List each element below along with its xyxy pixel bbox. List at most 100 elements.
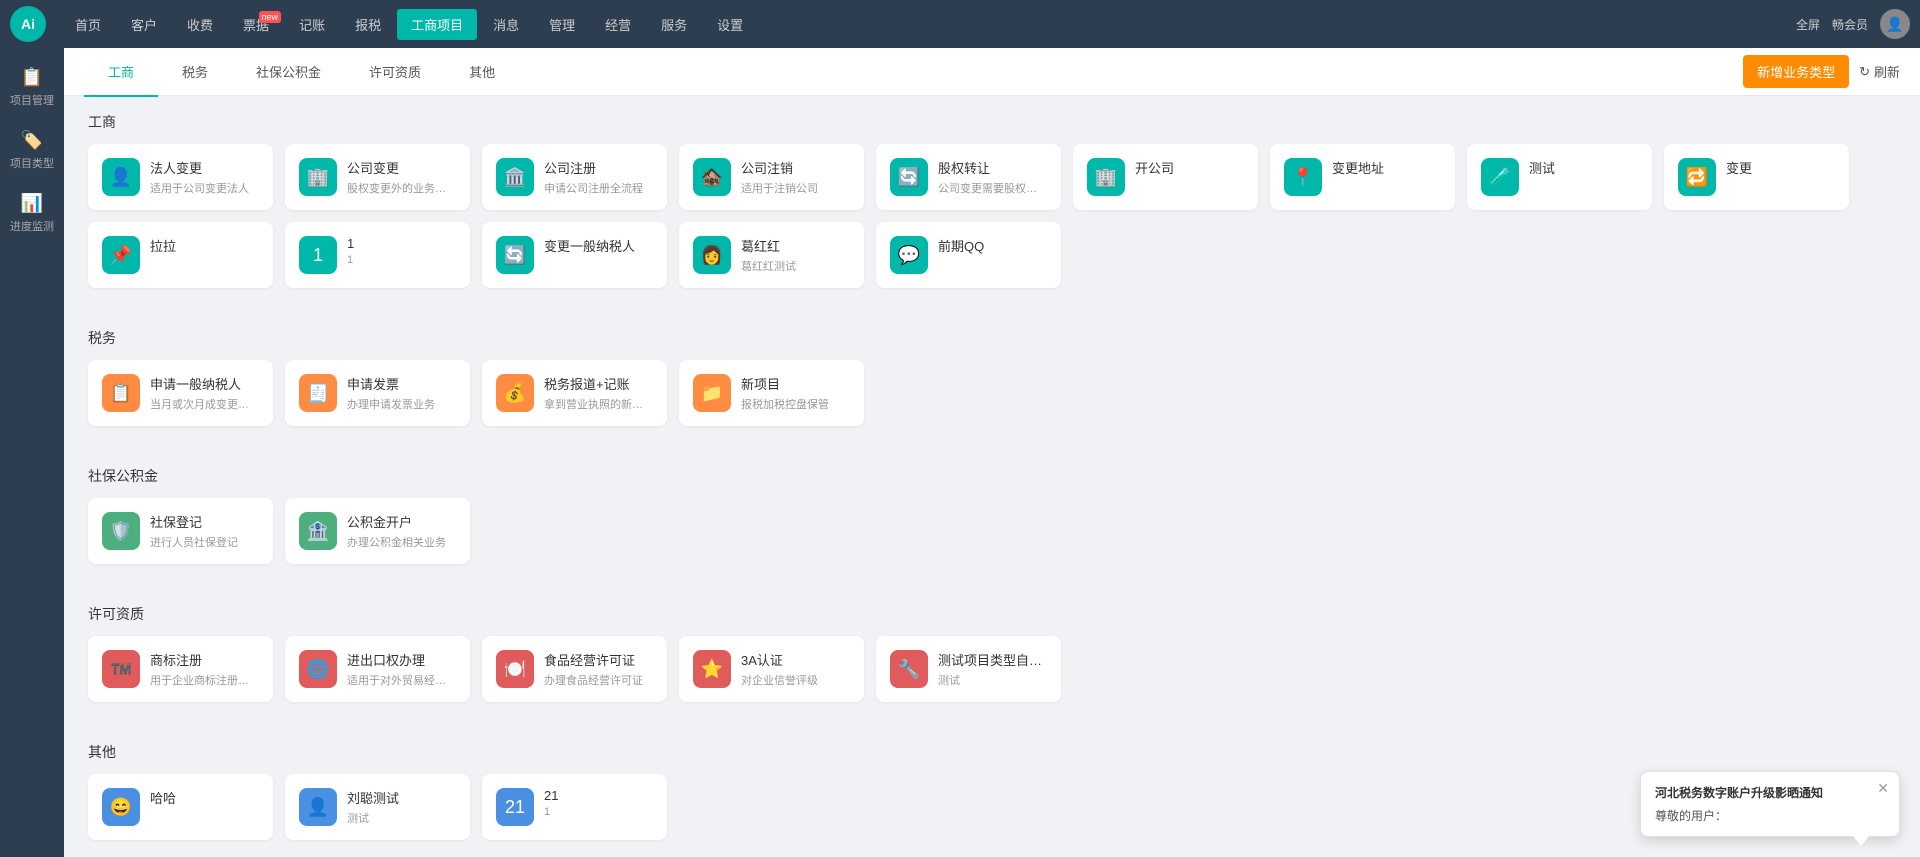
nav-item-报税[interactable]: 报税 <box>341 9 395 40</box>
nav-item-设置[interactable]: 设置 <box>703 9 757 40</box>
card-item[interactable]: 📋 申请一般纳税人 当月或次月成变更完成 <box>88 360 273 426</box>
sidebar-label: 项目类型 <box>10 155 54 171</box>
card-item[interactable]: 🔁 变更 <box>1664 144 1849 210</box>
card-item[interactable]: 👤 刘聪测试 测试 <box>285 774 470 840</box>
card-info: 葛红红 葛红红测试 <box>741 236 850 274</box>
avatar[interactable]: 👤 <box>1880 9 1910 39</box>
card-item[interactable]: 💬 前期QQ <box>876 222 1061 288</box>
nav-item-收费[interactable]: 收费 <box>173 9 227 40</box>
nav-item-票据[interactable]: 票据new <box>229 9 283 40</box>
card-info: 测试 <box>1529 158 1638 180</box>
tab-税务[interactable]: 税务 <box>158 48 232 97</box>
card-item[interactable]: 21 21 1 <box>482 774 667 840</box>
card-info: 开公司 <box>1135 158 1244 180</box>
tab-许可资质[interactable]: 许可资质 <box>345 48 445 97</box>
card-item[interactable]: 👩 葛红红 葛红红测试 <box>679 222 864 288</box>
card-item[interactable]: 🌐 进出口权办理 适用于对外贸易经营者 <box>285 636 470 702</box>
card-icon: 🏦 <box>299 512 337 550</box>
nav-item-工商项目[interactable]: 工商项目 <box>397 9 477 40</box>
card-desc: 葛红红测试 <box>741 258 850 274</box>
card-info: 股权转让 公司变更需要股权转让 <box>938 158 1047 196</box>
nav-item-消息[interactable]: 消息 <box>479 9 533 40</box>
card-title: 股权转让 <box>938 158 1047 177</box>
card-item[interactable]: 📍 变更地址 <box>1270 144 1455 210</box>
card-icon: 🧪 <box>1481 158 1519 196</box>
card-item[interactable]: 🏦 公积金开户 办理公积金相关业务 <box>285 498 470 564</box>
new-type-button[interactable]: 新增业务类型 <box>1743 55 1849 88</box>
card-title: 拉拉 <box>150 236 259 255</box>
card-desc: 办理公积金相关业务 <box>347 534 456 550</box>
main-content: 工商税务社保公积金许可资质其他 新增业务类型 ↻ 刷新 工商 👤 法人变更 适用… <box>64 48 1920 857</box>
sidebar-label: 项目管理 <box>10 92 54 108</box>
card-item[interactable]: 💰 税务报道+记账 拿到营业执照的新公司 <box>482 360 667 426</box>
card-item[interactable]: 👤 法人变更 适用于公司变更法人 <box>88 144 273 210</box>
card-item[interactable]: 🔧 测试项目类型自定义 测试 <box>876 636 1061 702</box>
card-item[interactable]: ™️ 商标注册 用于企业商标注册服务 <box>88 636 273 702</box>
card-item[interactable]: 🏚️ 公司注销 适用于注销公司 <box>679 144 864 210</box>
card-item[interactable]: 🏢 公司变更 股权变更外的业务变更 <box>285 144 470 210</box>
fullscreen-btn[interactable]: 全屏 <box>1796 16 1820 33</box>
card-info: 前期QQ <box>938 236 1047 258</box>
card-info: 变更地址 <box>1332 158 1441 180</box>
card-item[interactable]: 🏛️ 公司注册 申请公司注册全流程 <box>482 144 667 210</box>
card-icon: 👩 <box>693 236 731 274</box>
card-info: 新项目 报税加税控盘保管 <box>741 374 850 412</box>
card-item[interactable]: 🧾 申请发票 办理申请发票业务 <box>285 360 470 426</box>
card-item[interactable]: 📁 新项目 报税加税控盘保管 <box>679 360 864 426</box>
sidebar-item-项目管理[interactable]: 📋项目管理 <box>4 58 60 116</box>
tabs-bar: 工商税务社保公积金许可资质其他 新增业务类型 ↻ 刷新 <box>64 48 1920 96</box>
nav-item-首页[interactable]: 首页 <box>61 9 115 40</box>
card-icon: 1 <box>299 236 337 274</box>
nav-item-记账[interactable]: 记账 <box>285 9 339 40</box>
card-info: 哈哈 <box>150 788 259 810</box>
card-icon: 21 <box>496 788 534 826</box>
card-icon: 🔁 <box>1678 158 1716 196</box>
card-info: 食品经营许可证 办理食品经营许可证 <box>544 650 653 688</box>
tab-工商[interactable]: 工商 <box>84 48 158 97</box>
sidebar: 📋项目管理 🏷️ 项目类型 📊进度监测 <box>0 48 64 857</box>
sidebar-item-进度监测[interactable]: 📊进度监测 <box>4 184 60 242</box>
card-item[interactable]: 😄 哈哈 <box>88 774 273 840</box>
notify-close-button[interactable]: ✕ <box>1877 780 1889 797</box>
card-info: 法人变更 适用于公司变更法人 <box>150 158 259 196</box>
vip-btn[interactable]: 畅会员 <box>1832 16 1868 33</box>
nav-item-经营[interactable]: 经营 <box>591 9 645 40</box>
card-item[interactable]: ⭐ 3A认证 对企业信誉评级 <box>679 636 864 702</box>
card-info: 刘聪测试 测试 <box>347 788 456 826</box>
sidebar-icon: 🏷️ <box>21 129 43 151</box>
card-title: 变更地址 <box>1332 158 1441 177</box>
card-item[interactable]: 🧪 测试 <box>1467 144 1652 210</box>
card-icon: 📋 <box>102 374 140 412</box>
refresh-button[interactable]: ↻ 刷新 <box>1859 62 1900 81</box>
card-title: 税务报道+记账 <box>544 374 653 393</box>
nav-item-服务[interactable]: 服务 <box>647 9 701 40</box>
card-item[interactable]: 🏢 开公司 <box>1073 144 1258 210</box>
tab-其他[interactable]: 其他 <box>445 48 519 97</box>
card-grid: 🛡️ 社保登记 进行人员社保登记 🏦 公积金开户 办理公积金相关业务 <box>88 498 1896 564</box>
card-item[interactable]: 🛡️ 社保登记 进行人员社保登记 <box>88 498 273 564</box>
card-icon: 🌐 <box>299 650 337 688</box>
card-info: 公司注销 适用于注销公司 <box>741 158 850 196</box>
nav-item-客户[interactable]: 客户 <box>117 9 171 40</box>
card-title: 变更 <box>1726 158 1835 177</box>
tabs-actions: 新增业务类型 ↻ 刷新 <box>1743 55 1900 88</box>
tab-社保公积金[interactable]: 社保公积金 <box>232 48 345 97</box>
card-item[interactable]: 📌 拉拉 <box>88 222 273 288</box>
card-desc: 对企业信誉评级 <box>741 672 850 688</box>
card-icon: 😄 <box>102 788 140 826</box>
tabs: 工商税务社保公积金许可资质其他 <box>84 48 519 96</box>
card-item[interactable]: 🔄 变更一般纳税人 <box>482 222 667 288</box>
card-desc: 报税加税控盘保管 <box>741 396 850 412</box>
sidebar-item-项目类型[interactable]: 🏷️ 项目类型 <box>4 121 60 179</box>
card-item[interactable]: 🔄 股权转让 公司变更需要股权转让 <box>876 144 1061 210</box>
notify-tail <box>1853 836 1869 846</box>
card-item[interactable]: 🍽️ 食品经营许可证 办理食品经营许可证 <box>482 636 667 702</box>
card-icon: 💰 <box>496 374 534 412</box>
card-desc: 测试 <box>347 810 456 826</box>
card-icon: 🔧 <box>890 650 928 688</box>
card-icon: 🛡️ <box>102 512 140 550</box>
card-item[interactable]: 1 1 1 <box>285 222 470 288</box>
card-info: 拉拉 <box>150 236 259 258</box>
section-社保公积金: 社保公积金 🛡️ 社保登记 进行人员社保登记 🏦 公积金开户 办理公积金相关业务 <box>64 450 1920 588</box>
nav-item-管理[interactable]: 管理 <box>535 9 589 40</box>
